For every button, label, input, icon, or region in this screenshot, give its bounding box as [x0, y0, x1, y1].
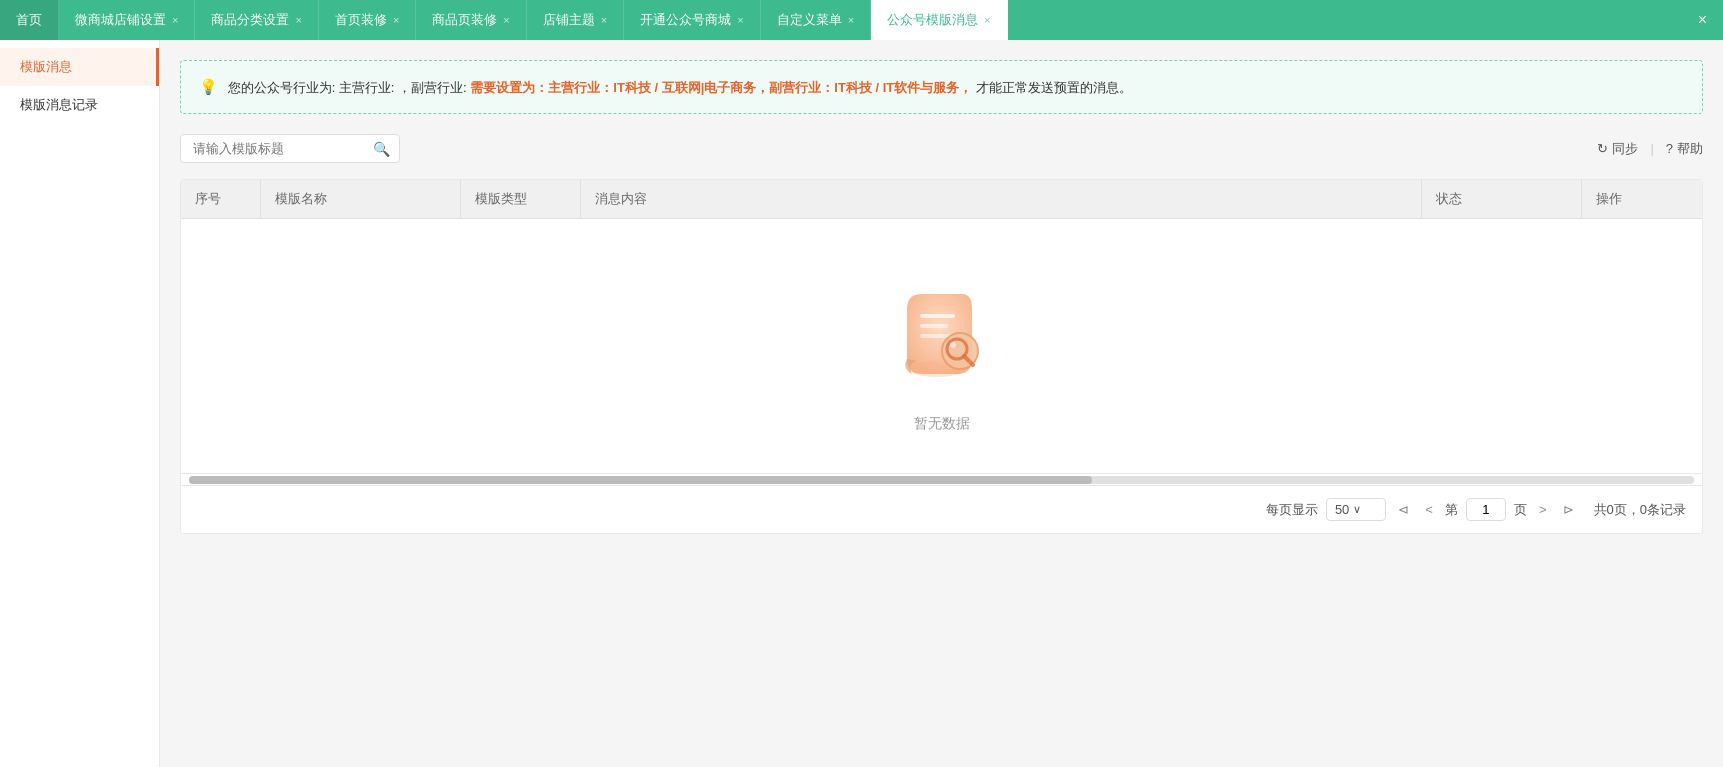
search-icon[interactable]: 🔍 — [373, 141, 390, 157]
tab-home[interactable]: 首页 — [0, 0, 59, 40]
page-size-value: 50 — [1335, 502, 1349, 517]
tab-product-decor[interactable]: 商品页装修 × — [416, 0, 526, 40]
close-tab-category-settings[interactable]: × — [295, 15, 301, 26]
col-index: 序号 — [181, 180, 261, 218]
top-nav: 首页 微商城店铺设置 × 商品分类设置 × 首页装修 × 商品页装修 × 店铺主… — [0, 0, 1723, 40]
help-icon: ? — [1666, 141, 1673, 156]
tab-open-wechat-mall-label: 开通公众号商城 — [640, 11, 731, 29]
svg-rect-2 — [920, 324, 948, 328]
scroll-area[interactable] — [181, 473, 1702, 485]
sidebar-item-template-msg-record[interactable]: 模版消息记录 — [0, 86, 159, 124]
tab-shop-settings[interactable]: 微商城店铺设置 × — [59, 0, 195, 40]
sidebar-item-template-msg-label: 模版消息 — [20, 59, 72, 74]
tab-open-wechat-mall[interactable]: 开通公众号商城 × — [624, 0, 760, 40]
sidebar: 模版消息 模版消息记录 — [0, 40, 160, 767]
main-layout: 模版消息 模版消息记录 💡 您的公众号行业为: 主营行业: ，副营行业: 需要设… — [0, 40, 1723, 767]
svg-point-7 — [950, 342, 956, 348]
close-tab-product-decor[interactable]: × — [503, 15, 509, 26]
notice-text-prefix: 您的公众号行业为: 主营行业: ，副营行业: — [228, 80, 471, 95]
search-input-wrap: 🔍 — [180, 134, 400, 163]
help-label: 帮助 — [1677, 140, 1703, 158]
search-bar: 🔍 ↻ 同步 | ? 帮助 — [180, 134, 1703, 163]
empty-state: 暂无数据 — [181, 219, 1702, 473]
table-header: 序号 模版名称 模版类型 消息内容 状态 操作 — [181, 180, 1702, 219]
sync-icon: ↻ — [1597, 141, 1608, 156]
page-unit: 页 — [1514, 501, 1527, 519]
bulb-icon: 💡 — [199, 78, 218, 95]
scroll-thumb[interactable] — [189, 476, 1092, 484]
tab-shop-settings-label: 微商城店铺设置 — [75, 11, 166, 29]
tab-home-decor-label: 首页装修 — [335, 11, 387, 29]
tab-shop-theme[interactable]: 店铺主题 × — [527, 0, 624, 40]
notice-text-suffix: 才能正常发送预置的消息。 — [976, 80, 1132, 95]
tab-home-label: 首页 — [16, 11, 42, 29]
page-size-label: 每页显示 — [1266, 501, 1318, 519]
global-close-icon: × — [1698, 11, 1707, 29]
sidebar-item-template-msg-record-label: 模版消息记录 — [20, 97, 98, 112]
global-close-button[interactable]: × — [1682, 0, 1723, 40]
empty-icon — [882, 279, 1002, 399]
close-tab-home-decor[interactable]: × — [393, 15, 399, 26]
prev-page-button[interactable]: < — [1421, 500, 1437, 519]
close-tab-shop-settings[interactable]: × — [172, 15, 178, 26]
page-size-select[interactable]: 50 ∨ — [1326, 498, 1386, 521]
close-tab-template-msg[interactable]: × — [984, 15, 990, 26]
col-action: 操作 — [1582, 180, 1702, 218]
page-number-input[interactable] — [1466, 498, 1506, 521]
close-tab-open-wechat-mall[interactable]: × — [737, 15, 743, 26]
page-label: 第 — [1445, 501, 1458, 519]
page-total: 共0页，0条记录 — [1594, 501, 1686, 519]
sidebar-item-template-msg[interactable]: 模版消息 — [0, 48, 159, 86]
close-tab-shop-theme[interactable]: × — [601, 15, 607, 26]
close-tab-custom-menu[interactable]: × — [848, 15, 854, 26]
col-name: 模版名称 — [261, 180, 461, 218]
tab-category-settings-label: 商品分类设置 — [211, 11, 289, 29]
sync-label: 同步 — [1612, 140, 1638, 158]
svg-rect-1 — [920, 314, 955, 318]
help-button[interactable]: ? 帮助 — [1666, 140, 1703, 158]
toolbar-divider: | — [1650, 141, 1653, 156]
tab-category-settings[interactable]: 商品分类设置 × — [195, 0, 318, 40]
tab-home-decor[interactable]: 首页装修 × — [319, 0, 416, 40]
tab-template-msg-label: 公众号模版消息 — [887, 11, 978, 29]
tab-shop-theme-label: 店铺主题 — [543, 11, 595, 29]
content-area: 💡 您的公众号行业为: 主营行业: ，副营行业: 需要设置为：主营行业：IT科技… — [160, 40, 1723, 767]
col-type: 模版类型 — [461, 180, 581, 218]
next-page-button[interactable]: > — [1535, 500, 1551, 519]
empty-text: 暂无数据 — [914, 415, 970, 433]
tab-template-msg[interactable]: 公众号模版消息 × — [871, 0, 1007, 40]
sync-button[interactable]: ↻ 同步 — [1597, 140, 1638, 158]
last-page-button[interactable]: ⊳ — [1559, 500, 1578, 519]
first-page-button[interactable]: ⊲ — [1394, 500, 1413, 519]
col-status: 状态 — [1422, 180, 1582, 218]
table-wrap: 序号 模版名称 模版类型 消息内容 状态 操作 — [180, 179, 1703, 534]
notice-highlight: 需要设置为：主营行业：IT科技 / 互联网|电子商务，副营行业：IT科技 / I… — [470, 80, 972, 95]
notice-box: 💡 您的公众号行业为: 主营行业: ，副营行业: 需要设置为：主营行业：IT科技… — [180, 60, 1703, 114]
col-content: 消息内容 — [581, 180, 1422, 218]
tab-custom-menu-label: 自定义菜单 — [777, 11, 842, 29]
pagination: 每页显示 50 ∨ ⊲ < 第 页 > ⊳ 共0页，0条记录 — [181, 485, 1702, 533]
search-input[interactable] — [180, 134, 400, 163]
scroll-track[interactable] — [189, 476, 1694, 484]
tab-product-decor-label: 商品页装修 — [432, 11, 497, 29]
toolbar-right: ↻ 同步 | ? 帮助 — [1597, 140, 1703, 158]
tab-custom-menu[interactable]: 自定义菜单 × — [761, 0, 871, 40]
page-size-chevron-icon: ∨ — [1353, 503, 1361, 516]
